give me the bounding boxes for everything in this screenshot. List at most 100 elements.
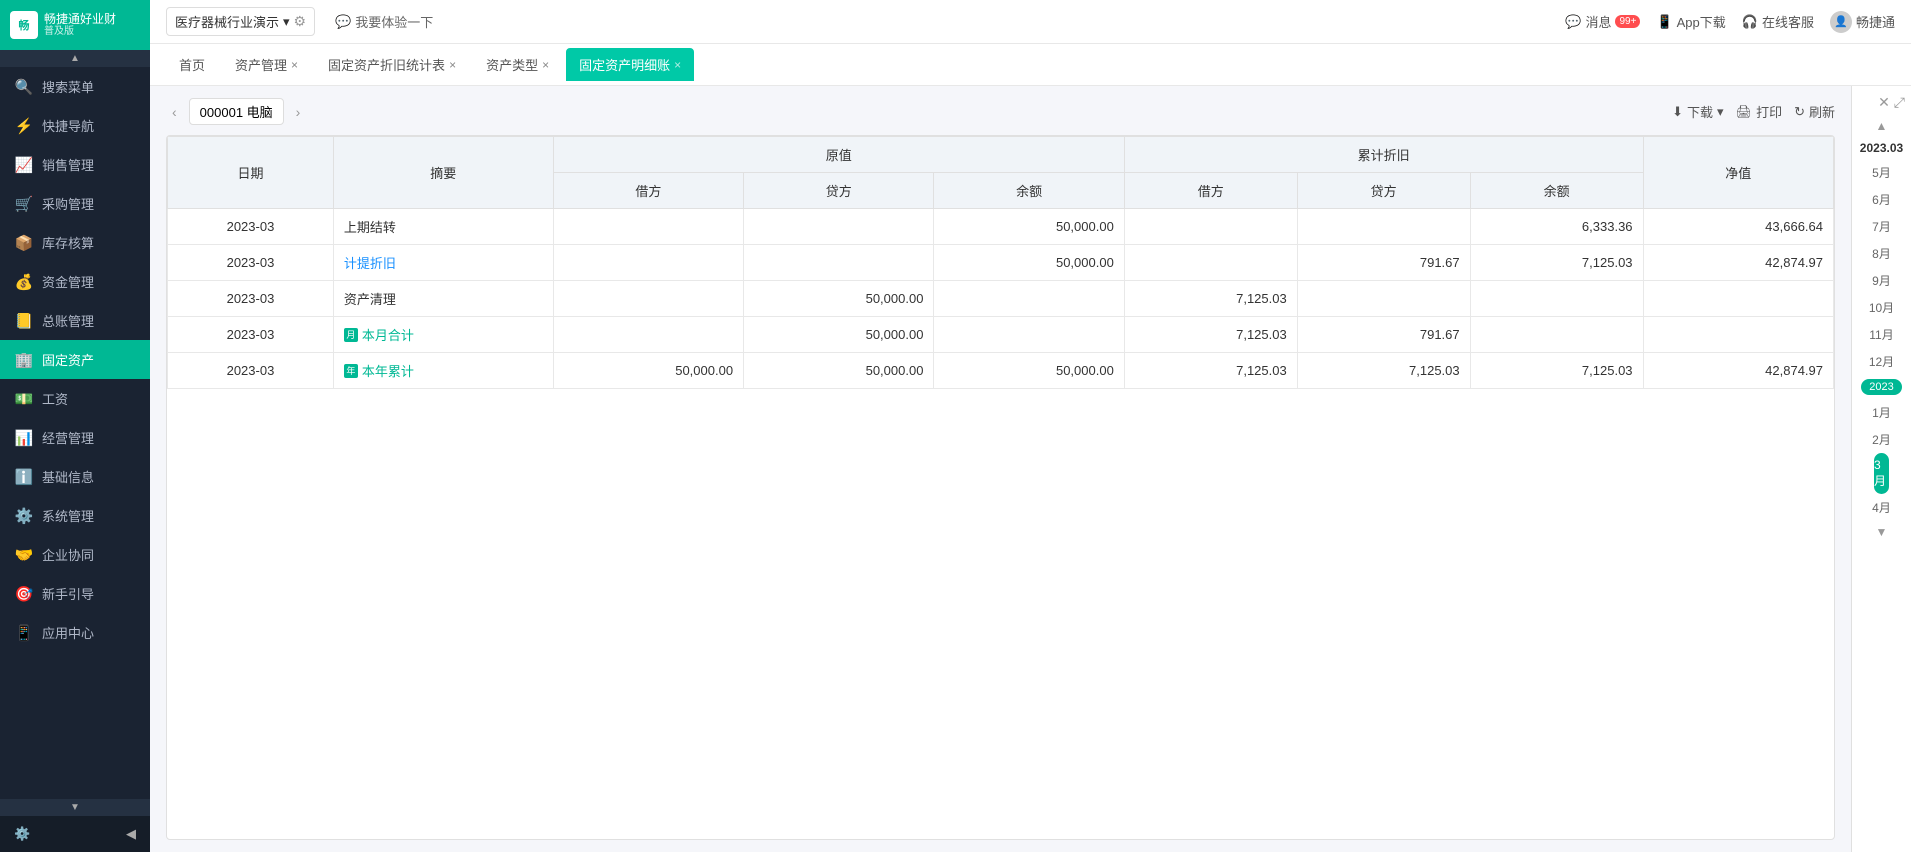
sidebar-item-label: 资金管理 bbox=[42, 272, 94, 291]
accum-credit-cell: 791.67 bbox=[1297, 245, 1470, 281]
panel-up-arrow[interactable]: ▲ bbox=[1872, 115, 1892, 137]
experience-btn[interactable]: 💬 我要体验一下 bbox=[335, 12, 433, 31]
sidebar-item-label: 经营管理 bbox=[42, 428, 94, 447]
month-item[interactable]: 9月 bbox=[1869, 267, 1894, 294]
tab-depreciation-stat[interactable]: 固定资产折旧统计表 × bbox=[315, 48, 469, 81]
sidebar-item-search[interactable]: 🔍 搜索菜单 bbox=[0, 67, 150, 106]
company-selector[interactable]: 医疗器械行业演示 ▾ ⚙ bbox=[166, 7, 315, 36]
month-item[interactable]: 2月 bbox=[1872, 426, 1891, 453]
accum-balance-cell: 7,125.03 bbox=[1470, 353, 1643, 389]
right-panel: ✕ ⤢ ▲ 2023.03 5月6月7月8月9月10月11月12月 2023 1… bbox=[1851, 86, 1911, 852]
tabs-bar: 首页 资产管理 × 固定资产折旧统计表 × 资产类型 × 固定资产明细账 × bbox=[150, 44, 1911, 86]
panel-down-arrow[interactable]: ▼ bbox=[1872, 521, 1892, 543]
sidebar-item-system[interactable]: ⚙️ 系统管理 bbox=[0, 496, 150, 535]
sidebar-item-label: 搜索菜单 bbox=[42, 77, 94, 96]
tab-asset-type[interactable]: 资产类型 × bbox=[473, 48, 562, 81]
sidebar-item-label: 系统管理 bbox=[42, 506, 94, 525]
tab-depreciation-stat-close[interactable]: × bbox=[449, 58, 456, 72]
net-value-cell: 42,874.97 bbox=[1643, 245, 1833, 281]
next-arrow[interactable]: › bbox=[290, 102, 307, 122]
download-dropdown-icon: ▾ bbox=[1717, 104, 1724, 120]
sidebar-item-label: 基础信息 bbox=[42, 467, 94, 486]
month-item[interactable]: 8月 bbox=[1869, 240, 1894, 267]
summary-cell: 月本月合计 bbox=[333, 317, 553, 353]
company-settings-icon[interactable]: ⚙ bbox=[294, 13, 307, 30]
sidebar-item-enterprise[interactable]: 🤝 企业协同 bbox=[0, 535, 150, 574]
month-item[interactable]: 7月 bbox=[1869, 213, 1894, 240]
print-btn[interactable]: 🖨 打印 bbox=[1736, 102, 1783, 121]
sidebar-item-funds[interactable]: 💰 资金管理 bbox=[0, 262, 150, 301]
sidebar: 畅 畅捷通好业财 普及版 ▲ 🔍 搜索菜单 ⚡ 快捷导航 📈 销售管理 🛒 采购… bbox=[0, 0, 150, 852]
table-row: 2023-03 资产清理 50,000.00 7,125.03 bbox=[168, 281, 1834, 317]
col-summary: 摘要 bbox=[333, 137, 553, 209]
panel-close-btn[interactable]: ✕ bbox=[1878, 94, 1890, 111]
tab-asset-mgmt-close[interactable]: × bbox=[291, 58, 298, 72]
month-item[interactable]: 6月 bbox=[1869, 186, 1894, 213]
sales-icon: 📈 bbox=[14, 156, 34, 174]
net-value-cell bbox=[1643, 317, 1833, 353]
tab-asset-detail-close[interactable]: × bbox=[674, 58, 681, 72]
summary-cell[interactable]: 计提折旧 bbox=[333, 245, 553, 281]
month-item[interactable]: 1月 bbox=[1872, 399, 1891, 426]
month-item[interactable]: 10月 bbox=[1869, 294, 1894, 321]
sidebar-item-guide[interactable]: 🎯 新手引导 bbox=[0, 574, 150, 613]
month-item[interactable]: 4月 bbox=[1872, 494, 1891, 521]
orig-balance-cell bbox=[934, 317, 1124, 353]
sidebar-item-fixed-assets[interactable]: 🏢 固定资产 bbox=[0, 340, 150, 379]
table-row: 2023-03 计提折旧 50,000.00 791.67 7,125.03 4… bbox=[168, 245, 1834, 281]
funds-icon: 💰 bbox=[14, 273, 34, 291]
tab-asset-type-close[interactable]: × bbox=[542, 58, 549, 72]
app-download-icon: 📱 bbox=[1656, 14, 1672, 30]
sidebar-item-purchase[interactable]: 🛒 采购管理 bbox=[0, 184, 150, 223]
collapse-icon[interactable]: ◀ bbox=[126, 826, 136, 842]
summary-cell: 资产清理 bbox=[333, 281, 553, 317]
sidebar-item-app-center[interactable]: 📱 应用中心 bbox=[0, 613, 150, 652]
app-center-icon: 📱 bbox=[14, 624, 34, 642]
content-area: ‹ 000001 电脑 › ⬇ 下载 ▾ 🖨 打印 ↻ bbox=[150, 86, 1911, 852]
panel-expand-btn[interactable]: ⤢ bbox=[1894, 94, 1905, 111]
sidebar-item-salary[interactable]: 💵 工资 bbox=[0, 379, 150, 418]
orig-debit-cell: 50,000.00 bbox=[553, 353, 743, 389]
nav-bar-left: ‹ 000001 电脑 › bbox=[166, 98, 306, 125]
refresh-icon: ↻ bbox=[1794, 104, 1805, 120]
table-row: 2023-03 上期结转 50,000.00 6,333.36 43,666.6… bbox=[168, 209, 1834, 245]
month-item[interactable]: 12月 bbox=[1869, 348, 1894, 375]
quick-nav-icon: ⚡ bbox=[14, 117, 34, 135]
month-item[interactable]: 3月 bbox=[1874, 453, 1889, 494]
sidebar-item-basic-info[interactable]: ℹ️ 基础信息 bbox=[0, 457, 150, 496]
refresh-btn[interactable]: ↻ 刷新 bbox=[1794, 102, 1835, 121]
year-badge[interactable]: 2023 bbox=[1861, 379, 1901, 395]
net-value-cell: 42,874.97 bbox=[1643, 353, 1833, 389]
col-original-value: 原值 bbox=[553, 137, 1124, 173]
topbar-right: 💬 消息 99+ 📱 App下载 🎧 在线客服 👤 畅捷通 bbox=[1565, 11, 1895, 33]
sidebar-item-label: 企业协同 bbox=[42, 545, 94, 564]
accum-balance-cell bbox=[1470, 281, 1643, 317]
message-badge: 99+ bbox=[1615, 15, 1640, 28]
orig-balance-cell bbox=[934, 281, 1124, 317]
tab-asset-mgmt[interactable]: 资产管理 × bbox=[222, 48, 311, 81]
month-item[interactable]: 11月 bbox=[1869, 321, 1894, 348]
sidebar-item-operation[interactable]: 📊 经营管理 bbox=[0, 418, 150, 457]
tab-home[interactable]: 首页 bbox=[166, 48, 218, 81]
sidebar-item-quick-nav[interactable]: ⚡ 快捷导航 bbox=[0, 106, 150, 145]
sidebar-item-sales[interactable]: 📈 销售管理 bbox=[0, 145, 150, 184]
sidebar-nav: 🔍 搜索菜单 ⚡ 快捷导航 📈 销售管理 🛒 采购管理 📦 库存核算 💰 资金管… bbox=[0, 67, 150, 799]
sidebar-item-inventory[interactable]: 📦 库存核算 bbox=[0, 223, 150, 262]
sidebar-scroll-down[interactable]: ▼ bbox=[0, 799, 150, 816]
orig-credit-cell: 50,000.00 bbox=[744, 281, 934, 317]
app-download-btn[interactable]: 📱 App下载 bbox=[1656, 12, 1725, 31]
month-item[interactable]: 5月 bbox=[1869, 159, 1894, 186]
prev-arrow[interactable]: ‹ bbox=[166, 102, 183, 122]
topbar: 医疗器械行业演示 ▾ ⚙ 💬 我要体验一下 💬 消息 99+ 📱 App下载 🎧… bbox=[150, 0, 1911, 44]
operation-icon: 📊 bbox=[14, 429, 34, 447]
online-service-btn[interactable]: 🎧 在线客服 bbox=[1742, 12, 1814, 31]
settings-icon[interactable]: ⚙️ bbox=[14, 826, 30, 842]
sidebar-item-ledger[interactable]: 📒 总账管理 bbox=[0, 301, 150, 340]
message-btn[interactable]: 💬 消息 99+ bbox=[1565, 12, 1640, 31]
download-btn[interactable]: ⬇ 下载 ▾ bbox=[1672, 102, 1723, 121]
user-avatar[interactable]: 👤 畅捷通 bbox=[1830, 11, 1895, 33]
accum-balance-cell: 7,125.03 bbox=[1470, 245, 1643, 281]
tab-asset-detail[interactable]: 固定资产明细账 × bbox=[566, 48, 694, 81]
sidebar-scroll-up[interactable]: ▲ bbox=[0, 50, 150, 67]
date-cell: 2023-03 bbox=[168, 317, 334, 353]
